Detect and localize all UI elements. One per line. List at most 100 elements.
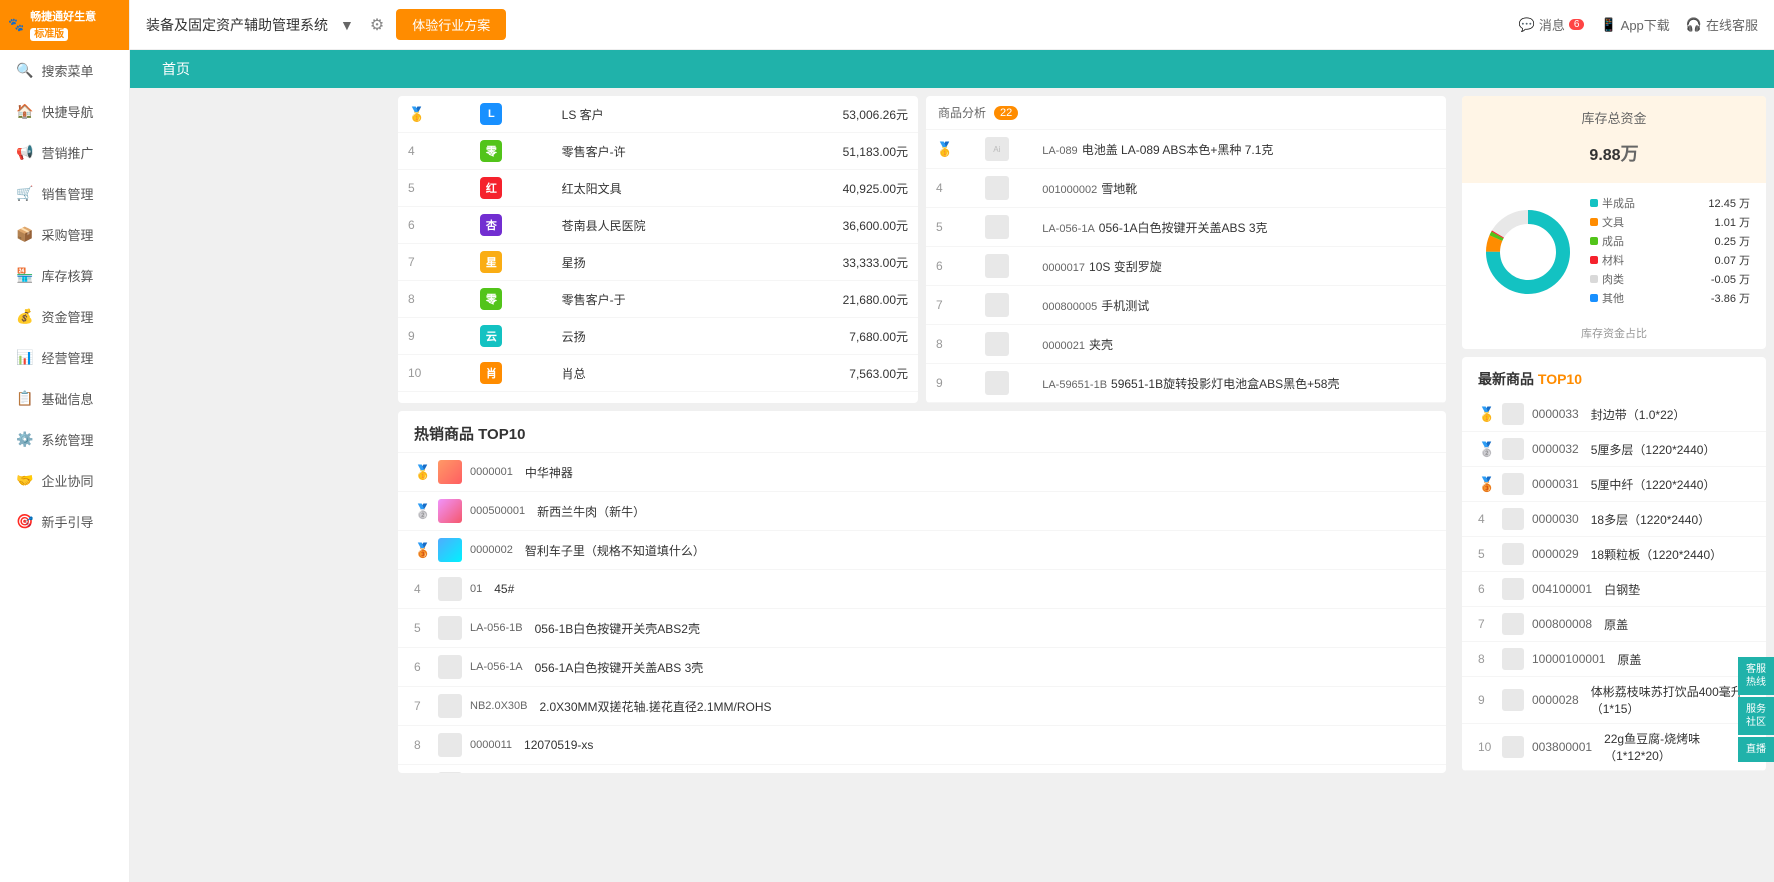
product-info: 0000021夹壳 — [1032, 325, 1446, 364]
newest-img — [1502, 613, 1524, 635]
app-download-btn[interactable]: 📱 App下载 — [1600, 15, 1669, 34]
page-tab-bar: 首页 — [130, 50, 1774, 88]
silver-medal: 🥈 — [1478, 441, 1494, 458]
products-col-header: 商品分析 22 — [926, 96, 1446, 130]
notifications-label: 消息 — [1539, 15, 1565, 34]
product-thumbnail — [438, 694, 462, 718]
newest-title-highlight: TOP10 — [1538, 371, 1582, 387]
table-row: 6 杏 苍南县人民医院 36,600.00元 — [398, 207, 918, 244]
inventory-unit: 万 — [1621, 144, 1639, 164]
hotline-btn[interactable]: 客服热线 — [1738, 657, 1774, 695]
app-logo[interactable]: 🐾 畅捷通好生意 标准版 — [0, 0, 129, 50]
newest-code: 0000031 — [1532, 477, 1579, 491]
newest-code: 003800001 — [1532, 740, 1592, 754]
newest-code: 10000100001 — [1532, 652, 1605, 666]
list-item: 8 0000011 12070519-xs — [398, 726, 1446, 765]
product-code: 0000001 — [470, 466, 513, 478]
experience-btn[interactable]: 体验行业方案 — [396, 9, 506, 40]
legend-dot — [1590, 256, 1598, 264]
dropdown-arrow[interactable]: ▼ — [340, 17, 354, 33]
sidebar-item-sales[interactable]: 🛒 销售管理 — [0, 173, 129, 214]
notifications-btn[interactable]: 💬 消息 6 — [1519, 15, 1585, 34]
sidebar-label-operations: 经营管理 — [41, 348, 93, 367]
list-item: 5 LA-056-1B 056-1B白色按键开关壳ABS2壳 — [398, 609, 1446, 648]
sidebar-label-search: 搜索菜单 — [41, 61, 93, 80]
community-btn[interactable]: 服务社区 — [1738, 697, 1774, 735]
list-item: 6 LA-056-1A 056-1A白色按键开关盖ABS 3壳 — [398, 648, 1446, 687]
product-name: 45# — [494, 582, 514, 596]
rank-num: 9 — [408, 329, 415, 343]
rank-num: 4 — [408, 144, 415, 158]
customer-name: 云扬 — [552, 318, 753, 355]
newest-code: 0000030 — [1532, 512, 1579, 526]
list-item: 9 KK-SD22110H 花语萌值温分罐罐袋（厚款） — [398, 765, 1446, 773]
table-row: 4 零 零售客户-许 51,183.00元 — [398, 133, 918, 170]
sidebar-item-search[interactable]: 🔍 搜索菜单 — [0, 50, 129, 91]
guide-icon: 🎯 — [16, 513, 33, 530]
gear-icon[interactable]: ⚙ — [370, 15, 384, 35]
sidebar-item-purchase[interactable]: 📦 采购管理 — [0, 214, 129, 255]
rank-num: 4 — [1478, 512, 1494, 526]
sidebar-item-marketing[interactable]: 📢 营销推广 — [0, 132, 129, 173]
list-item: 5 0000029 18颗粒板（1220*2440） — [1462, 537, 1766, 572]
sidebar-item-guide[interactable]: 🎯 新手引导 — [0, 501, 129, 542]
newest-title: 最新商品 TOP10 — [1462, 357, 1766, 397]
product-info: 000001710S 变刮罗旋 — [1032, 247, 1446, 286]
rank-num: 4 — [414, 582, 430, 596]
gold-medal: 🥇 — [936, 141, 953, 157]
legend-label: 肉类 — [1602, 271, 1707, 287]
list-item: 🥉 0000002 智利车子里（规格不知道填什么） — [398, 531, 1446, 570]
customer-amount: 53,006.26元 — [753, 96, 918, 133]
sidebar-item-basic[interactable]: 📋 基础信息 — [0, 378, 129, 419]
online-service-btn[interactable]: 🎧 在线客服 — [1686, 15, 1758, 34]
legend-value: 0.07 万 — [1715, 252, 1750, 268]
tab-home[interactable]: 首页 — [150, 50, 202, 88]
legend-item-finished: 成品 0.25 万 — [1590, 233, 1750, 249]
product-code: NB2.0X30B — [470, 700, 527, 712]
product-code: LA-056-1B — [470, 622, 523, 634]
sidebar-item-system[interactable]: ⚙️ 系统管理 — [0, 419, 129, 460]
product-thumbnail — [438, 460, 462, 484]
product-code: 0000002 — [470, 544, 513, 556]
table-row: 4 001000002雪地靴 — [926, 169, 1446, 208]
sidebar-label-marketing: 营销推广 — [41, 143, 93, 162]
product-thumbnail — [438, 577, 462, 601]
app-download-label: App下载 — [1621, 15, 1670, 34]
product-name: 2.0X30MM双搓花轴.搓花直径2.1MM/ROHS — [539, 698, 771, 715]
product-code: 01 — [470, 583, 482, 595]
customer-badge: L — [480, 103, 502, 125]
sidebar-item-inventory[interactable]: 🏪 库存核算 — [0, 255, 129, 296]
top-products-panel: 商品分析 22 🥇 Ai LA-089电池盖 LA-089 ABS本色+黑种 7… — [926, 96, 1446, 403]
table-row: 5 红 红太阳文具 40,925.00元 — [398, 170, 918, 207]
legend-dot — [1590, 237, 1598, 245]
product-thumbnail — [438, 772, 462, 773]
product-code: 0000011 — [470, 739, 512, 751]
newest-products-panel: 最新商品 TOP10 🥇 0000033 封边带（1.0*22） 🥈 00000… — [1462, 357, 1766, 771]
table-row: 9 LA-59651-1B59651-1B旋转投影灯电池盒ABS黑色+58壳 — [926, 364, 1446, 403]
hot-products-panel: 热销商品 TOP10 🥇 0000001 中华神器 🥈 000500001 — [398, 411, 1446, 773]
table-row: 🥇 L LS 客户 53,006.26元 — [398, 96, 918, 133]
newest-name: 18多层（1220*2440） — [1591, 511, 1710, 528]
newest-img — [1502, 438, 1524, 460]
hot-products-list: 🥇 0000001 中华神器 🥈 000500001 新西兰牛肉（新牛） — [398, 453, 1446, 773]
sidebar-label-purchase: 采购管理 — [41, 225, 93, 244]
product-img — [985, 215, 1009, 239]
product-img — [985, 332, 1009, 356]
legend-label: 材料 — [1602, 252, 1711, 268]
sidebar: 🐾 畅捷通好生意 标准版 🔍 搜索菜单 🏠 快捷导航 📢 营销推广 🛒 销售管理… — [0, 0, 130, 882]
topbar-right: 💬 消息 6 📱 App下载 🎧 在线客服 — [1519, 15, 1758, 34]
product-img: Ai — [985, 137, 1009, 161]
sidebar-item-finance[interactable]: 💰 资金管理 — [0, 296, 129, 337]
rank-num: 6 — [1478, 582, 1494, 596]
rank-num: 9 — [936, 376, 943, 390]
inventory-subtitle: 库存资金占比 — [1462, 321, 1766, 349]
product-thumbnail — [438, 655, 462, 679]
sidebar-item-operations[interactable]: 📊 经营管理 — [0, 337, 129, 378]
live-btn[interactable]: 直播 — [1738, 737, 1774, 762]
phone-icon: 📱 — [1600, 17, 1616, 33]
newest-name: 原盖 — [1617, 651, 1641, 668]
legend-dot — [1590, 199, 1598, 207]
customer-name: 红太阳文具 — [552, 170, 753, 207]
sidebar-item-quicknav[interactable]: 🏠 快捷导航 — [0, 91, 129, 132]
sidebar-item-enterprise[interactable]: 🤝 企业协同 — [0, 460, 129, 501]
